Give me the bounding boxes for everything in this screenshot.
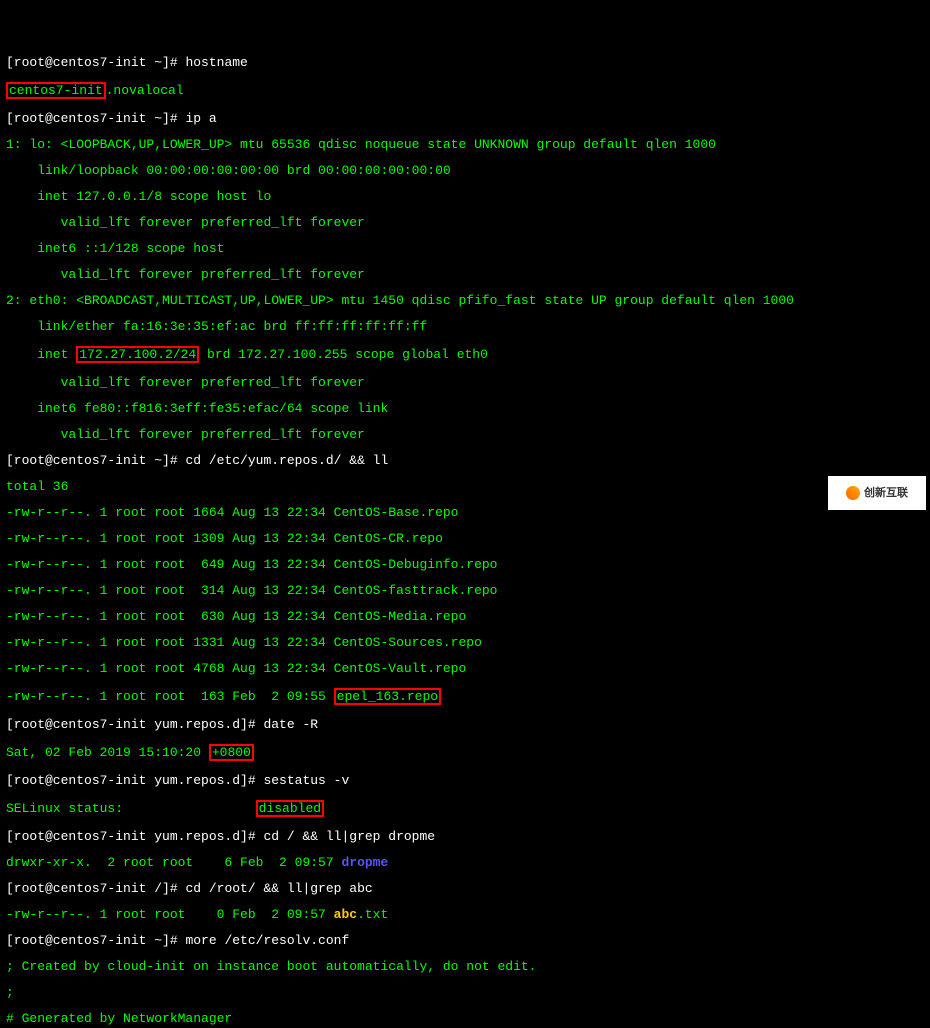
hostname-suffix: .novalocal — [106, 83, 184, 98]
abc-line-pre: -rw-r--r--. 1 root root 0 Feb 2 09:57 — [6, 907, 334, 922]
prompt: [root@centos7-init ~]# — [6, 453, 185, 468]
prompt: [root@centos7-init ~]# — [6, 55, 185, 70]
prompt-repos: [root@centos7-init yum.repos.d]# — [6, 717, 263, 732]
abc-match: abc — [334, 907, 357, 922]
ll-file: -rw-r--r--. 1 root root 1664 Aug 13 22:3… — [6, 506, 924, 519]
dropme-dir: dropme — [341, 855, 388, 870]
ll-total: total 36 — [6, 480, 924, 493]
cmd-sestatus: sestatus -v — [263, 773, 349, 788]
prompt-repos: [root@centos7-init yum.repos.d]# — [6, 773, 263, 788]
ip-address-highlight: 172.27.100.2/24 — [76, 346, 199, 363]
cmd-hostname: hostname — [185, 55, 247, 70]
watermark-icon — [846, 486, 860, 500]
ip-lo-header: 1: lo: <LOOPBACK,UP,LOWER_UP> mtu 65536 … — [6, 138, 924, 151]
timezone-highlight: +0800 — [209, 744, 254, 761]
epel-repo-highlight: epel_163.repo — [334, 688, 441, 705]
resolv-generated: # Generated by NetworkManager — [6, 1012, 924, 1025]
resolv-semi: ; — [6, 986, 924, 999]
ip-valid-lft: valid_lft forever preferred_lft forever — [6, 376, 924, 389]
ip-eth-inet-pre: inet — [6, 347, 76, 362]
ip-eth-inet6: inet6 fe80::f816:3eff:fe35:efac/64 scope… — [6, 402, 924, 415]
ll-file-pre: -rw-r--r--. 1 root root 163 Feb 2 09:55 — [6, 689, 334, 704]
ip-eth-link: link/ether fa:16:3e:35:ef:ac brd ff:ff:f… — [6, 320, 924, 333]
ll-file: -rw-r--r--. 1 root root 649 Aug 13 22:34… — [6, 558, 924, 571]
prompt: [root@centos7-init ~]# — [6, 933, 185, 948]
watermark-text: 创新互联 — [864, 488, 908, 499]
ll-file: -rw-r--r--. 1 root root 630 Aug 13 22:34… — [6, 610, 924, 623]
cmd-cd-repos: cd /etc/yum.repos.d/ && ll — [185, 453, 388, 468]
hostname-value-highlight: centos7-init — [6, 82, 106, 99]
ip-eth-header: 2: eth0: <BROADCAST,MULTICAST,UP,LOWER_U… — [6, 294, 924, 307]
ll-file: -rw-r--r--. 1 root root 314 Aug 13 22:34… — [6, 584, 924, 597]
cmd-more-resolv: more /etc/resolv.conf — [185, 933, 349, 948]
ip-lo-link: link/loopback 00:00:00:00:00:00 brd 00:0… — [6, 164, 924, 177]
ll-file: -rw-r--r--. 1 root root 1331 Aug 13 22:3… — [6, 636, 924, 649]
ip-valid-lft: valid_lft forever preferred_lft forever — [6, 268, 924, 281]
ip-lo-inet6: inet6 ::1/128 scope host — [6, 242, 924, 255]
ip-valid-lft: valid_lft forever preferred_lft forever — [6, 428, 924, 441]
cmd-date-r: date -R — [263, 717, 318, 732]
watermark: 创新互联 — [828, 476, 926, 510]
ll-file: -rw-r--r--. 1 root root 4768 Aug 13 22:3… — [6, 662, 924, 675]
prompt-slash: [root@centos7-init /]# — [6, 881, 185, 896]
ip-lo-inet: inet 127.0.0.1/8 scope host lo — [6, 190, 924, 203]
ll-file: -rw-r--r--. 1 root root 1309 Aug 13 22:3… — [6, 532, 924, 545]
abc-line-post: .txt — [357, 907, 388, 922]
selinux-status-highlight: disabled — [256, 800, 324, 817]
date-output: Sat, 02 Feb 2019 15:10:20 — [6, 745, 209, 760]
cmd-cd-root-abc: cd /root/ && ll|grep abc — [185, 881, 372, 896]
cmd-ip-a: ip a — [185, 111, 216, 126]
dropme-line-pre: drwxr-xr-x. 2 root root 6 Feb 2 09:57 — [6, 855, 341, 870]
prompt: [root@centos7-init ~]# — [6, 111, 185, 126]
ip-eth-inet-post: brd 172.27.100.255 scope global eth0 — [199, 347, 488, 362]
resolv-comment: ; Created by cloud-init on instance boot… — [6, 960, 924, 973]
cmd-cd-grep-dropme: cd / && ll|grep dropme — [263, 829, 435, 844]
prompt-repos: [root@centos7-init yum.repos.d]# — [6, 829, 263, 844]
selinux-label: SELinux status: — [6, 801, 256, 816]
ip-valid-lft: valid_lft forever preferred_lft forever — [6, 216, 924, 229]
